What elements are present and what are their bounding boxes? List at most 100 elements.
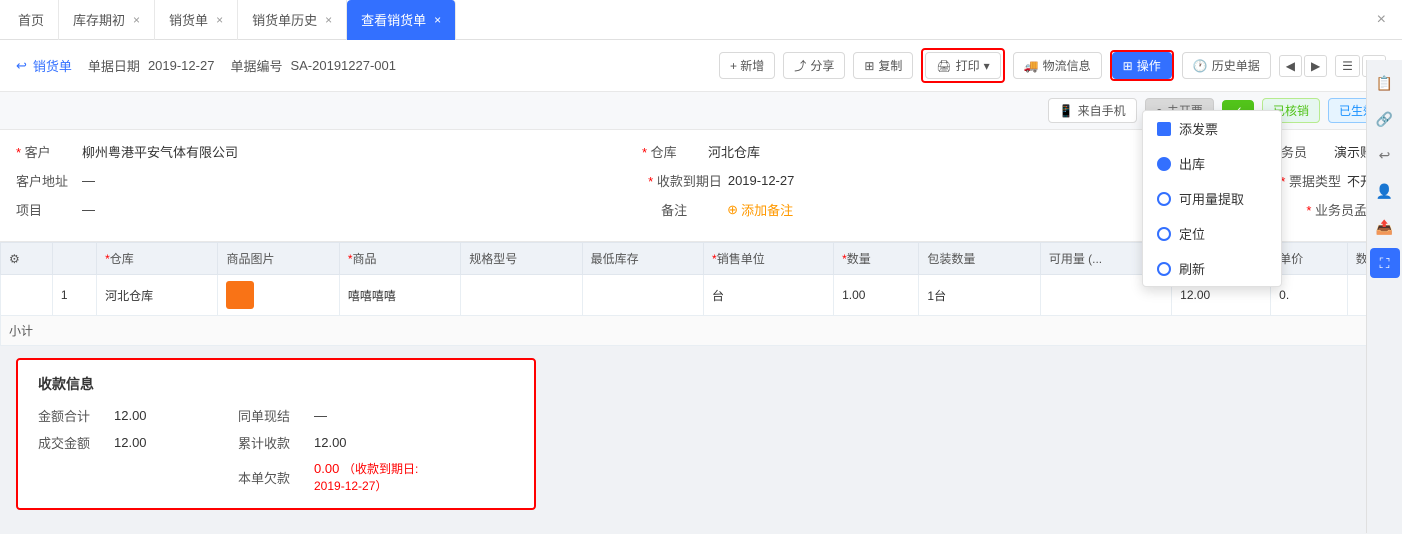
locate-icon <box>1157 227 1171 241</box>
cell-spec <box>461 275 582 316</box>
address-field: 客户地址 — <box>16 171 648 190</box>
logistics-button[interactable]: 🚚 物流信息 <box>1013 52 1102 79</box>
address-label: 客户地址 <box>16 171 76 190</box>
cell-product: 嘻嘻嘻嘻 <box>339 275 460 316</box>
summary-title: 收款信息 <box>38 374 514 394</box>
col-min-stock: 最低库存 <box>582 243 703 275</box>
staff2-label: 业务员孟 <box>1306 200 1367 219</box>
address-value: — <box>82 173 95 188</box>
col-warehouse: *仓库 <box>97 243 218 275</box>
tab-close-history[interactable]: × <box>325 13 332 27</box>
dropdown-item-refresh[interactable]: 刷新 <box>1143 251 1281 286</box>
col-product: *商品 <box>339 243 460 275</box>
tab-view-sales-order[interactable]: 查看销货单 × <box>347 0 456 40</box>
sidebar-icon-user[interactable]: 👤 <box>1370 176 1400 206</box>
mobile-button[interactable]: 📱 来自手机 <box>1048 98 1137 123</box>
payment-date-label: 收款到期日 <box>648 171 722 190</box>
subtotal-row: 小计 <box>1 316 1402 346</box>
customer-label: 客户 <box>16 142 76 161</box>
doc-actions: + 新增 ⤴ 分享 ⊞ 复制 🖨 打印 ▾ 🚚 物流信息 ⊞ 操作 <box>719 48 1386 83</box>
new-button[interactable]: + 新增 <box>719 52 775 79</box>
cell-min-stock <box>582 275 703 316</box>
print-dropdown-icon: ▾ <box>984 59 990 73</box>
ops-highlight: ⊞ 操作 <box>1110 50 1174 81</box>
cell-warehouse: 河北仓库 <box>97 275 218 316</box>
tab-close-sales[interactable]: × <box>216 13 223 27</box>
tab-inventory-init[interactable]: 库存期初 × <box>59 0 155 40</box>
summary-cumulative: 累计收款 12.00 <box>238 433 438 452</box>
warehouse-label: 仓库 <box>642 142 702 161</box>
col-pack-qty: 包装数量 <box>919 243 1040 275</box>
project-field: 项目 — <box>16 200 661 219</box>
note-label: 备注 <box>661 200 721 219</box>
customer-field: 客户 柳州粤港平安气体有限公司 <box>16 142 642 161</box>
tab-home[interactable]: 首页 <box>8 0 59 40</box>
doc-header: ↩ 销货单 单据日期 2019-12-27 单据编号 SA-20191227-0… <box>0 40 1402 92</box>
doc-number-label: 单据编号 SA-20191227-001 <box>230 56 396 75</box>
cell-qty: 1.00 <box>834 275 919 316</box>
operations-dropdown: 添发票 出库 可用量提取 定位 刷新 <box>1142 110 1282 287</box>
close-all-button[interactable]: × <box>1369 11 1394 29</box>
cell-image <box>218 275 339 316</box>
layout-list-button[interactable]: ☰ <box>1335 55 1360 77</box>
logistics-icon: 🚚 <box>1024 59 1039 73</box>
tab-sales-order[interactable]: 销货单 × <box>155 0 238 40</box>
project-label: 项目 <box>16 200 76 219</box>
mobile-icon: 📱 <box>1059 104 1074 118</box>
prev-button[interactable]: ◀ <box>1279 55 1302 77</box>
sidebar-icon-doc[interactable]: 📋 <box>1370 68 1400 98</box>
col-index <box>52 243 96 275</box>
cell-index: 1 <box>52 275 96 316</box>
nav-arrows: ◀ ▶ <box>1279 55 1327 77</box>
dropdown-item-locate[interactable]: 定位 <box>1143 216 1281 251</box>
cell-unit: 台 <box>704 275 834 316</box>
share-button[interactable]: ⤴ 分享 <box>783 52 845 79</box>
refresh-icon <box>1157 262 1171 276</box>
copy-button[interactable]: ⊞ 复制 <box>853 52 913 79</box>
history-icon: 🕐 <box>1193 59 1208 73</box>
add-note-button[interactable]: ⊕ 添加备注 <box>727 200 793 219</box>
summary-current-owe: 本单欠款 0.00 （收款到期日: 2019-12-27） <box>238 460 438 494</box>
col-unit-price: 单价 <box>1271 243 1348 275</box>
dropdown-item-outbound[interactable]: 出库 <box>1143 146 1281 181</box>
next-button[interactable]: ▶ <box>1304 55 1327 77</box>
tab-close-inventory[interactable]: × <box>133 13 140 27</box>
right-sidebar: 📋 🔗 ↩ 👤 📤 ⛶ <box>1366 60 1402 533</box>
doc-type-icon: ↩ <box>16 58 27 74</box>
dropdown-item-available[interactable]: 可用量提取 <box>1143 181 1281 216</box>
summary-spacer <box>38 460 238 494</box>
customer-value: 柳州粤港平安气体有限公司 <box>82 142 238 161</box>
outbound-icon <box>1157 157 1171 171</box>
share-icon: ⤴ <box>794 57 806 74</box>
print-icon: 🖨 <box>936 59 951 73</box>
ticket-label: 票据类型 <box>1280 171 1341 190</box>
product-image <box>226 281 254 309</box>
col-spec: 规格型号 <box>461 243 582 275</box>
warehouse-value: 河北仓库 <box>708 142 760 161</box>
print-highlight: 🖨 打印 ▾ <box>921 48 1004 83</box>
cell-unit-price: 0. <box>1271 275 1348 316</box>
doc-title-area: ↩ 销货单 <box>16 56 72 75</box>
summary-box: 收款信息 金额合计 12.00 同单现结 — 成交金额 12.00 <box>16 358 536 510</box>
cell-gear <box>1 275 53 316</box>
sidebar-icon-link[interactable]: 🔗 <box>1370 104 1400 134</box>
dropdown-item-invoice[interactable]: 添发票 <box>1143 111 1281 146</box>
summary-same-order: 同单现结 — <box>238 406 438 425</box>
col-unit: *销售单位 <box>704 243 834 275</box>
add-note-icon: ⊕ <box>727 202 738 218</box>
tab-close-view[interactable]: × <box>434 13 441 27</box>
sidebar-icon-expand[interactable]: ⛶ <box>1370 248 1400 278</box>
sidebar-icon-back[interactable]: ↩ <box>1370 140 1400 170</box>
doc-type-label: 销货单 <box>33 56 72 75</box>
doc-date-label: 单据日期 2019-12-27 <box>88 56 215 75</box>
summary-transaction: 成交金额 12.00 <box>38 433 238 452</box>
ops-button[interactable]: ⊞ 操作 <box>1112 52 1172 79</box>
sidebar-icon-export[interactable]: 📤 <box>1370 212 1400 242</box>
print-button[interactable]: 🖨 打印 ▾ <box>925 52 1000 79</box>
copy-icon: ⊞ <box>864 59 874 73</box>
summary-section: 收款信息 金额合计 12.00 同单现结 — 成交金额 12.00 <box>0 346 1402 534</box>
tab-sales-history[interactable]: 销货单历史 × <box>238 0 347 40</box>
project-value: — <box>82 202 95 217</box>
col-image: 商品图片 <box>218 243 339 275</box>
history-button[interactable]: 🕐 历史单据 <box>1182 52 1271 79</box>
